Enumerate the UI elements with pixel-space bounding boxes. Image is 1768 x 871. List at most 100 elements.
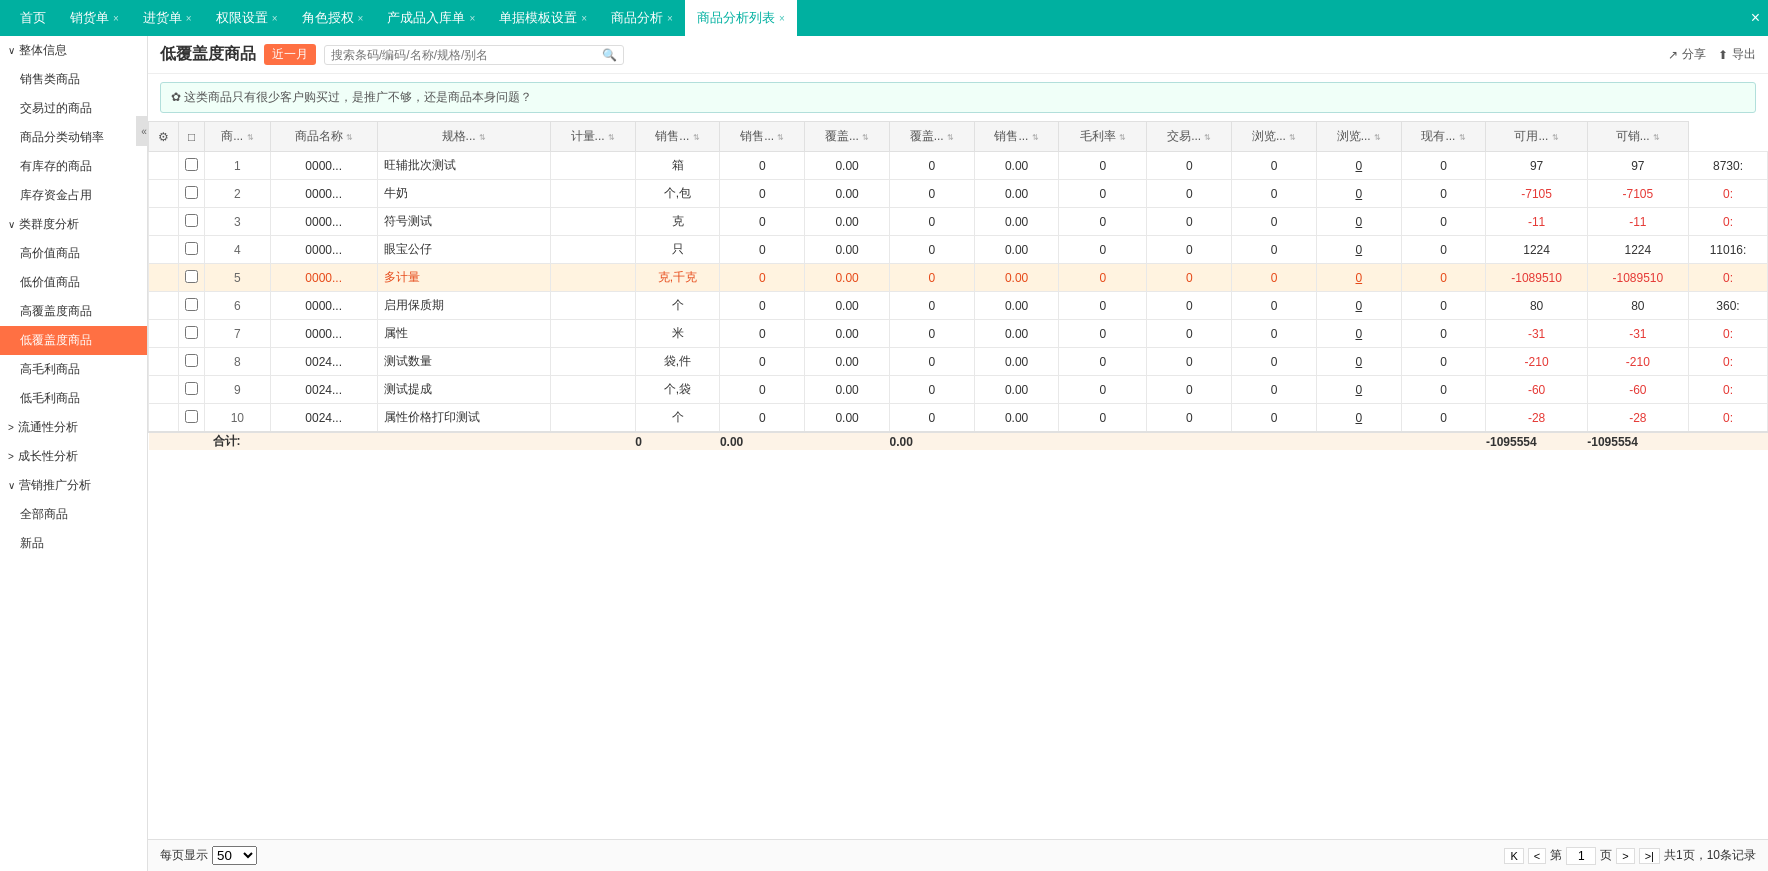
- row-checkbox[interactable]: [179, 264, 205, 292]
- row-checkbox[interactable]: [179, 376, 205, 404]
- row-sales-amt: 0.00: [805, 152, 890, 180]
- sidebar-item-low-margin[interactable]: 低毛利商品: [0, 384, 147, 413]
- row-browse1[interactable]: 0: [1316, 320, 1401, 348]
- row-current: 97: [1486, 152, 1587, 180]
- row-browse1[interactable]: 0: [1316, 180, 1401, 208]
- row-sales-amt: 0.00: [805, 264, 890, 292]
- row-sales-qty: 0: [720, 320, 805, 348]
- sidebar-item-capital[interactable]: 库存资金占用: [0, 181, 147, 210]
- pagination-last[interactable]: >|: [1639, 848, 1660, 864]
- row-gross-margin: 0: [1147, 292, 1232, 320]
- nav-close-product[interactable]: ×: [469, 13, 475, 24]
- sidebar-collapse-btn[interactable]: «: [136, 116, 148, 146]
- nav-close-role[interactable]: ×: [358, 13, 364, 24]
- row-available: -210: [1587, 348, 1688, 376]
- row-checkbox[interactable]: [179, 152, 205, 180]
- col-spec: 规格... ⇅: [377, 122, 550, 152]
- section-arrow-marketing: ∨: [8, 480, 15, 491]
- sidebar-item-low-coverage[interactable]: 低覆盖度商品: [0, 326, 147, 355]
- search-input[interactable]: [331, 48, 598, 62]
- sidebar-item-category-rate[interactable]: 商品分类动销率: [0, 123, 147, 152]
- row-browse1[interactable]: 0: [1316, 376, 1401, 404]
- col-checkbox[interactable]: □: [179, 122, 205, 152]
- sidebar-section-growth[interactable]: > 成长性分析: [0, 442, 147, 471]
- row-checkbox[interactable]: [179, 236, 205, 264]
- sidebar-item-low-value[interactable]: 低价值商品: [0, 268, 147, 297]
- row-cov1: 0: [889, 376, 974, 404]
- share-button[interactable]: ↗ 分享: [1668, 46, 1706, 63]
- nav-template-settings[interactable]: 单据模板设置 ×: [487, 0, 599, 36]
- table-row: 9 0024... 测试提成 个,袋 0 0.00 0 0.00 0 0 0 0…: [149, 376, 1768, 404]
- nav-sales-order[interactable]: 销货单 ×: [58, 0, 131, 36]
- section-arrow-overall: ∨: [8, 45, 15, 56]
- sidebar-section-liquidity[interactable]: > 流通性分析: [0, 413, 147, 442]
- col-settings[interactable]: ⚙: [149, 122, 179, 152]
- nav-permission-settings[interactable]: 权限设置 ×: [204, 0, 290, 36]
- nav-home[interactable]: 首页: [8, 0, 58, 36]
- row-code: 0000...: [270, 152, 377, 180]
- total-row: 合计: 0 0.00 0.00 -1095554 -1095554: [149, 432, 1768, 450]
- total-cov2: 0.00: [889, 432, 974, 450]
- row-checkbox[interactable]: [179, 320, 205, 348]
- sidebar-item-traded-products[interactable]: 交易过的商品: [0, 94, 147, 123]
- row-transaction: 0: [1232, 180, 1317, 208]
- row-available: 80: [1587, 292, 1688, 320]
- pagination: K < 第 页 > >| 共1页，10条记录: [1504, 847, 1756, 865]
- row-checkbox[interactable]: [179, 292, 205, 320]
- row-browse1[interactable]: 0: [1316, 348, 1401, 376]
- nav-window-close[interactable]: ×: [1751, 9, 1760, 27]
- row-gross-margin: 0: [1147, 152, 1232, 180]
- row-browse1[interactable]: 0: [1316, 152, 1401, 180]
- sidebar-item-high-coverage[interactable]: 高覆盖度商品: [0, 297, 147, 326]
- row-available: -1089510: [1587, 264, 1688, 292]
- sidebar-item-high-margin[interactable]: 高毛利商品: [0, 355, 147, 384]
- page-title: 低覆盖度商品: [160, 44, 256, 65]
- sidebar-item-high-value[interactable]: 高价值商品: [0, 239, 147, 268]
- row-browse1[interactable]: 0: [1316, 404, 1401, 433]
- row-checkbox[interactable]: [179, 404, 205, 433]
- nav-close-template[interactable]: ×: [581, 13, 587, 24]
- time-filter-button[interactable]: 近一月: [264, 44, 316, 65]
- export-button[interactable]: ⬆ 导出: [1718, 46, 1756, 63]
- search-icon[interactable]: 🔍: [602, 48, 617, 62]
- row-checkbox[interactable]: [179, 180, 205, 208]
- nav-product-analysis[interactable]: 商品分析 ×: [599, 0, 685, 36]
- row-browse1[interactable]: 0: [1316, 208, 1401, 236]
- row-checkbox[interactable]: [179, 208, 205, 236]
- nav-role-auth[interactable]: 角色授权 ×: [290, 0, 376, 36]
- sidebar-section-cluster[interactable]: ∨ 类群度分析: [0, 210, 147, 239]
- pagination-page-input[interactable]: [1566, 847, 1596, 865]
- row-browse1[interactable]: 0: [1316, 236, 1401, 264]
- sidebar-item-sales-products[interactable]: 销售类商品: [0, 65, 147, 94]
- row-browse1[interactable]: 0: [1316, 264, 1401, 292]
- nav-close-analysis-list[interactable]: ×: [779, 13, 785, 24]
- pagination-next[interactable]: >: [1616, 848, 1634, 864]
- row-current: 1224: [1486, 236, 1587, 264]
- row-checkbox[interactable]: [179, 348, 205, 376]
- row-available: 1224: [1587, 236, 1688, 264]
- nav-close-purchase[interactable]: ×: [186, 13, 192, 24]
- total-empty2: [974, 432, 1486, 450]
- row-gross-margin: 0: [1147, 348, 1232, 376]
- nav-close-sales[interactable]: ×: [113, 13, 119, 24]
- header-actions: ↗ 分享 ⬆ 导出: [1668, 46, 1756, 63]
- nav-product-analysis-list[interactable]: 商品分析列表 ×: [685, 0, 797, 36]
- sidebar-item-all-products[interactable]: 全部商品: [0, 500, 147, 529]
- info-banner-text: ✿ 这类商品只有很少客户购买过，是推广不够，还是商品本身问题？: [171, 89, 532, 106]
- row-name: 符号测试: [377, 208, 550, 236]
- row-browse1[interactable]: 0: [1316, 292, 1401, 320]
- per-page-select[interactable]: 50 20 100 200: [212, 846, 257, 865]
- sidebar-section-marketing[interactable]: ∨ 营销推广分析: [0, 471, 147, 500]
- row-num: 10: [205, 404, 271, 433]
- sidebar-section-overall[interactable]: ∨ 整体信息: [0, 36, 147, 65]
- nav-purchase-order[interactable]: 进货单 ×: [131, 0, 204, 36]
- nav-close-analysis[interactable]: ×: [667, 13, 673, 24]
- sidebar-item-in-stock[interactable]: 有库存的商品: [0, 152, 147, 181]
- sidebar-item-new-products[interactable]: 新品: [0, 529, 147, 558]
- row-sales-amt: 0.00: [805, 376, 890, 404]
- nav-close-permission[interactable]: ×: [272, 13, 278, 24]
- nav-product-entry[interactable]: 产成品入库单 ×: [375, 0, 487, 36]
- pagination-prev[interactable]: <: [1528, 848, 1546, 864]
- info-banner: ✿ 这类商品只有很少客户购买过，是推广不够，还是商品本身问题？: [160, 82, 1756, 113]
- pagination-first[interactable]: K: [1504, 848, 1523, 864]
